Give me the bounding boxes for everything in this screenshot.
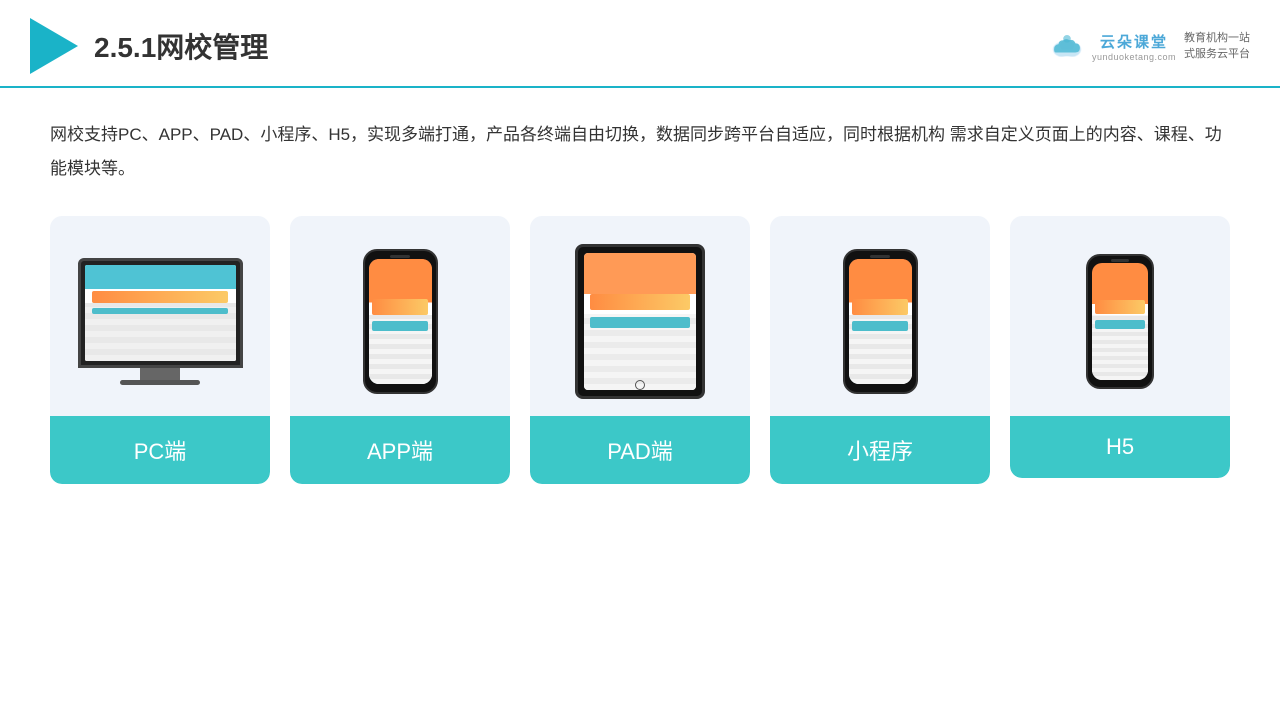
tablet-device-icon [575, 244, 705, 399]
h5-device-icon [1086, 254, 1154, 389]
card-app-image [290, 216, 510, 416]
header: 2.5.1网校管理 云朵课堂 yunduoketang.com 教育机构一站式服… [0, 0, 1280, 88]
header-right: 云朵课堂 yunduoketang.com 教育机构一站式服务云平台 [1048, 30, 1250, 63]
mini-device-icon [843, 249, 918, 394]
header-left: 2.5.1网校管理 [30, 18, 268, 74]
card-h5-image [1010, 216, 1230, 416]
card-app-label: APP端 [290, 416, 510, 484]
card-pad-image [530, 216, 750, 416]
page-title: 2.5.1网校管理 [94, 26, 268, 66]
card-pc-image [50, 216, 270, 416]
card-miniprogram: 小程序 [770, 216, 990, 484]
card-h5: H5 [1010, 216, 1230, 478]
card-pad: PAD端 [530, 216, 750, 484]
card-app: APP端 [290, 216, 510, 484]
card-mini-label: 小程序 [770, 416, 990, 484]
phone-device-icon [363, 249, 438, 394]
card-pc-label: PC端 [50, 416, 270, 484]
brand-name-cn: 云朵课堂 [1100, 31, 1168, 52]
brand-name-en: yunduoketang.com [1092, 52, 1176, 62]
description-text: 网校支持PC、APP、PAD、小程序、H5，实现多端打通，产品各终端自由切换，数… [50, 118, 1230, 186]
card-pad-label: PAD端 [530, 416, 750, 484]
card-h5-label: H5 [1010, 416, 1230, 478]
card-mini-image [770, 216, 990, 416]
pc-device-icon [78, 258, 243, 385]
card-pc: PC端 [50, 216, 270, 484]
platform-cards: PC端 APP端 [50, 216, 1230, 484]
brand-text: 云朵课堂 yunduoketang.com [1092, 31, 1176, 62]
logo-triangle-icon [30, 18, 78, 74]
main-content: 网校支持PC、APP、PAD、小程序、H5，实现多端打通，产品各终端自由切换，数… [0, 88, 1280, 504]
cloud-icon [1048, 32, 1086, 60]
brand-logo: 云朵课堂 yunduoketang.com [1048, 31, 1176, 62]
brand-tagline: 教育机构一站式服务云平台 [1184, 30, 1250, 63]
